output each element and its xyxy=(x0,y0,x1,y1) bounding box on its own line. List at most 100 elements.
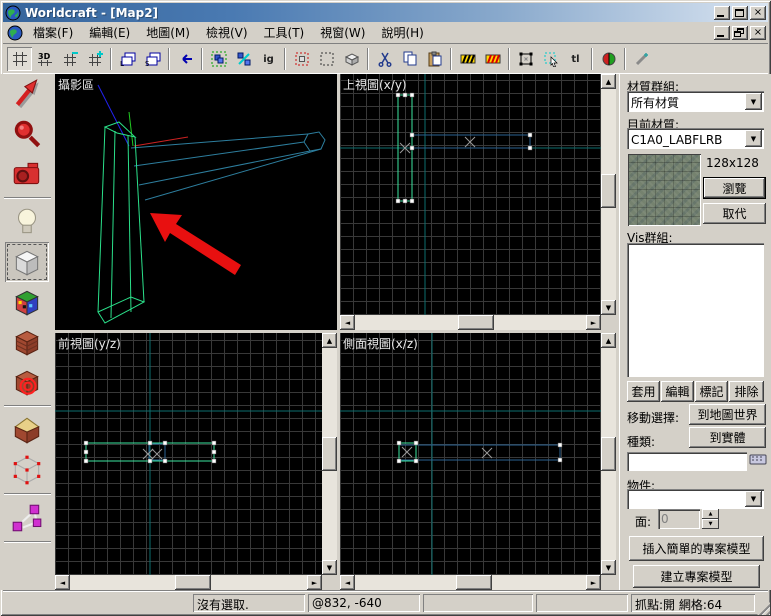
scroll-left-button[interactable]: ◄ xyxy=(55,575,70,590)
texture-application-tool[interactable] xyxy=(5,282,49,322)
menu-view[interactable]: 檢視(V) xyxy=(198,22,256,44)
hide-selected-button[interactable] xyxy=(289,47,314,71)
hscroll-thumb[interactable] xyxy=(458,315,494,330)
viewport-side-vscrollbar[interactable]: ▲ ▼ xyxy=(601,333,616,575)
scroll-up-button[interactable]: ▲ xyxy=(601,74,616,89)
scroll-left-button[interactable]: ◄ xyxy=(340,575,355,590)
current-texture-combobox[interactable]: C1A0_LABFLRB ▼ xyxy=(627,128,764,149)
scroll-down-button[interactable]: ▼ xyxy=(322,560,337,575)
hide-unselected-button[interactable] xyxy=(314,47,339,71)
cut-button[interactable] xyxy=(372,47,397,71)
selection-tool[interactable] xyxy=(5,74,49,114)
close-button[interactable]: × xyxy=(750,5,766,20)
maximize-button[interactable] xyxy=(732,5,748,20)
scroll-right-button[interactable]: ► xyxy=(586,575,601,590)
block-tool[interactable] xyxy=(5,242,49,282)
insert-prefab-label: 插入簡單的專案模型 xyxy=(642,542,751,556)
viewport-side[interactable]: 側面視圖(x/z) xyxy=(340,333,601,575)
viewport-front-vscrollbar[interactable]: ▲ ▼ xyxy=(322,333,337,575)
chevron-down-icon[interactable]: ▼ xyxy=(745,491,762,507)
clipping-tool[interactable] xyxy=(5,410,49,450)
vis-groups-list[interactable] xyxy=(627,243,764,377)
magnify-tool[interactable] xyxy=(5,114,49,154)
ungroup-button[interactable] xyxy=(231,47,256,71)
viewport-side-hscrollbar[interactable]: ◄ ► xyxy=(340,575,601,590)
scroll-left-button[interactable]: ◄ xyxy=(340,315,355,330)
viewport-top-vscrollbar[interactable]: ▲ ▼ xyxy=(601,74,616,315)
copy-button[interactable] xyxy=(397,47,422,71)
faces-input[interactable] xyxy=(658,509,700,529)
menu-tools[interactable]: 工具(T) xyxy=(256,22,313,44)
browse-button[interactable]: 瀏覽 xyxy=(703,177,766,199)
menu-help[interactable]: 說明(H) xyxy=(373,22,431,44)
scroll-right-button[interactable]: ► xyxy=(586,315,601,330)
hscroll-thumb[interactable] xyxy=(175,575,211,590)
create-prefab-button[interactable]: 建立專案模型 xyxy=(633,565,760,588)
menu-file[interactable]: 檔案(F) xyxy=(25,22,81,44)
ignore-groups-button[interactable]: ig xyxy=(256,47,281,71)
show-all-button[interactable] xyxy=(339,47,364,71)
chevron-down-icon[interactable]: ▼ xyxy=(745,93,762,110)
keyboard-icon[interactable] xyxy=(748,449,768,467)
vscroll-thumb[interactable] xyxy=(322,437,337,471)
mdi-restore-button[interactable] xyxy=(732,26,748,40)
move-to-entity-button[interactable]: 到實體 xyxy=(689,427,766,448)
chevron-down-icon[interactable]: ▼ xyxy=(745,130,762,147)
entity-tool[interactable] xyxy=(5,202,49,242)
load-window-state-button[interactable]: L xyxy=(115,47,140,71)
check-problems-button[interactable] xyxy=(629,47,654,71)
vis-edit-button[interactable]: 編輯 xyxy=(661,381,694,402)
group-button[interactable] xyxy=(206,47,231,71)
apply-current-texture-tool[interactable] xyxy=(5,322,49,362)
selection-handles-button[interactable] xyxy=(513,47,538,71)
scroll-up-button[interactable]: ▲ xyxy=(601,333,616,348)
title-bar[interactable]: Worldcraft - [Map2] × xyxy=(3,3,768,22)
toggle-3d-grid-button[interactable]: 3D xyxy=(32,47,57,71)
path-tool[interactable] xyxy=(5,498,49,538)
cordon-toggle-button[interactable] xyxy=(480,47,505,71)
scroll-right-button[interactable]: ► xyxy=(307,575,322,590)
viewport-front-hscrollbar[interactable]: ◄ ► xyxy=(55,575,322,590)
undo-button[interactable] xyxy=(173,47,198,71)
viewport-3d[interactable]: 攝影區 xyxy=(55,74,337,330)
scroll-down-button[interactable]: ▼ xyxy=(601,560,616,575)
spinner-up-icon[interactable]: ▲ xyxy=(702,509,719,519)
hscroll-thumb[interactable] xyxy=(456,575,492,590)
paste-button[interactable] xyxy=(422,47,447,71)
replace-button[interactable]: 取代 xyxy=(703,203,766,224)
vscroll-thumb[interactable] xyxy=(601,174,616,208)
menu-window[interactable]: 視窗(W) xyxy=(312,22,373,44)
toggle-grid-button[interactable] xyxy=(7,47,32,71)
camera-tool[interactable] xyxy=(5,154,49,194)
viewport-top-hscrollbar[interactable]: ◄ ► xyxy=(340,315,601,330)
smaller-grid-button[interactable] xyxy=(57,47,82,71)
mdi-child-icon[interactable] xyxy=(7,25,23,41)
minimize-button[interactable] xyxy=(714,5,730,20)
scroll-up-button[interactable]: ▲ xyxy=(322,333,337,348)
vis-apply-button[interactable]: 套用 xyxy=(627,381,660,402)
larger-grid-button[interactable] xyxy=(82,47,107,71)
toggle-models-button[interactable] xyxy=(596,47,621,71)
menu-map[interactable]: 地圖(M) xyxy=(138,22,198,44)
menu-edit[interactable]: 編輯(E) xyxy=(81,22,138,44)
texture-group-combobox[interactable]: 所有材質 ▼ xyxy=(627,91,764,112)
decal-tool[interactable] xyxy=(5,362,49,402)
mdi-close-button[interactable]: × xyxy=(750,26,766,40)
viewport-top[interactable]: 上視圖(x/y) xyxy=(340,74,601,315)
viewport-front[interactable]: 前視圖(y/z) xyxy=(55,333,322,575)
save-window-state-button[interactable]: S xyxy=(140,47,165,71)
vertex-tool[interactable] xyxy=(5,450,49,490)
vscroll-thumb[interactable] xyxy=(601,437,616,471)
texture-lock-button[interactable]: tl xyxy=(563,47,588,71)
mdi-minimize-button[interactable] xyxy=(714,26,730,40)
object-combobox[interactable]: ▼ xyxy=(627,489,764,509)
insert-prefab-button[interactable]: 插入簡單的專案模型 xyxy=(629,536,764,561)
spinner-down-icon[interactable]: ▼ xyxy=(702,519,719,529)
move-to-world-button[interactable]: 到地圖世界 xyxy=(689,404,766,425)
cordon-edit-button[interactable] xyxy=(455,47,480,71)
category-input[interactable] xyxy=(627,452,747,471)
scroll-down-button[interactable]: ▼ xyxy=(601,300,616,315)
vis-mark-button[interactable]: 標記 xyxy=(695,381,728,402)
vis-purge-button[interactable]: 排除 xyxy=(729,381,764,402)
box-selection-button[interactable] xyxy=(538,47,563,71)
